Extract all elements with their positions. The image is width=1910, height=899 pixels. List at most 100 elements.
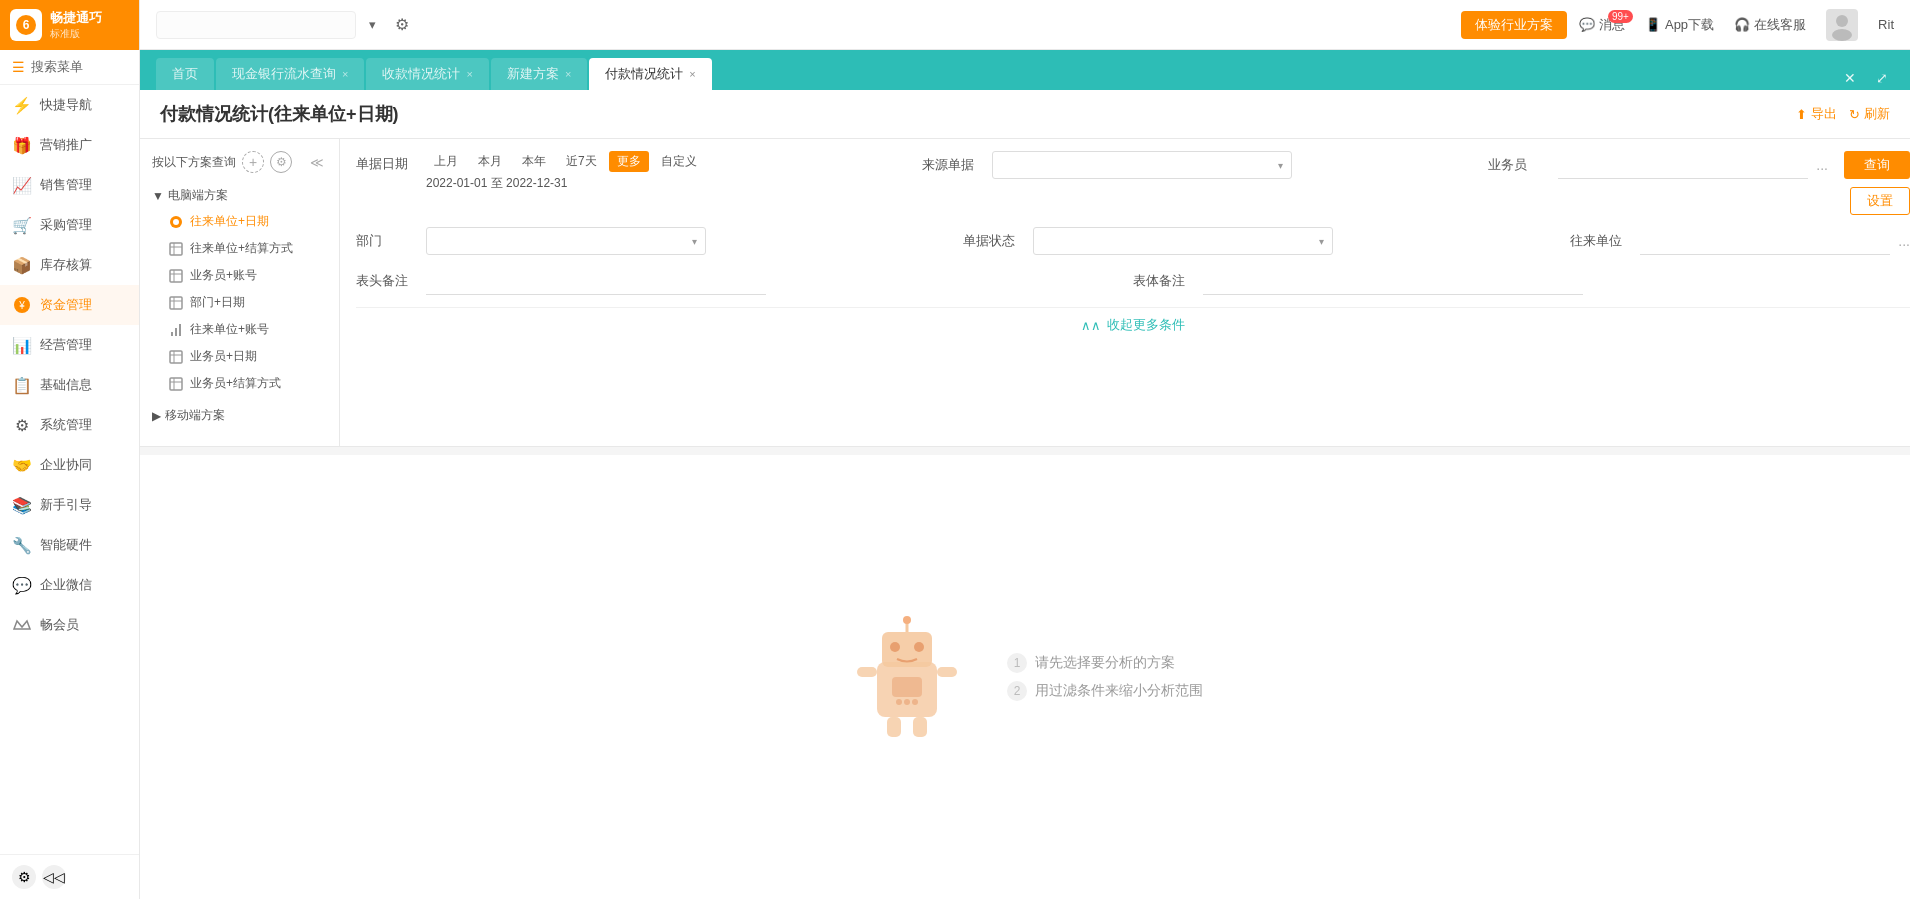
filter-row-2: 部门 ▾ 单据状态 ▾ 往来单位	[356, 227, 1910, 255]
sidebar-item-jichu[interactable]: 📋 基础信息	[0, 365, 139, 405]
sidebar-item-yingxiao[interactable]: 🎁 营销推广	[0, 125, 139, 165]
topbar-msg[interactable]: 💬 消息 99+	[1579, 16, 1625, 34]
sidebar-item-xinshou[interactable]: 📚 新手引导	[0, 485, 139, 525]
tab-newplan[interactable]: 新建方案 ×	[491, 58, 587, 90]
scheme-group-header-mobile[interactable]: ▶ 移动端方案	[152, 403, 327, 428]
topbar-service[interactable]: 🎧 在线客服	[1734, 16, 1806, 34]
scheme-group-header-desktop[interactable]: ▼ 电脑端方案	[152, 183, 327, 208]
tab-payment-close[interactable]: ×	[689, 68, 695, 80]
empty-state: 1 请先选择要分析的方案 2 用过滤条件来缩小分析范围	[140, 455, 1910, 899]
page-content: 付款情况统计(往来单位+日期) ⬆ 导出 ↻ 刷新 按以下方案查询 + ⚙	[140, 90, 1910, 899]
handshake-icon: 🤝	[12, 455, 32, 475]
sidebar-logo: 6 畅捷通巧 标准版	[0, 0, 139, 50]
sidebar-label-xinshou: 新手引导	[40, 496, 92, 514]
svg-rect-35	[913, 717, 927, 737]
tab-newplan-close[interactable]: ×	[565, 68, 571, 80]
sidebar-item-jingying[interactable]: 📊 经营管理	[0, 325, 139, 365]
refresh-btn[interactable]: ↻ 刷新	[1849, 105, 1890, 123]
date-option-more[interactable]: 更多	[609, 151, 649, 172]
topbar-search-area: ▾ ⚙	[156, 11, 1449, 39]
export-label: 导出	[1811, 105, 1837, 123]
expand-tab-icon[interactable]: ⤢	[1870, 66, 1894, 90]
scheme-add-btn[interactable]: +	[242, 151, 264, 173]
sidebar-item-xiaoshou[interactable]: 📈 销售管理	[0, 165, 139, 205]
scheme-item-3[interactable]: 业务员+账号	[152, 262, 327, 289]
scheme-group-label-mobile: 移动端方案	[165, 407, 225, 424]
tab-home-label: 首页	[172, 65, 198, 83]
date-option-this-year[interactable]: 本年	[514, 151, 554, 172]
svg-point-28	[890, 642, 900, 652]
tab-payment[interactable]: 付款情况统计 ×	[589, 58, 711, 90]
tab-cashflow[interactable]: 现金银行流水查询 ×	[216, 58, 364, 90]
tab-cashflow-close[interactable]: ×	[342, 68, 348, 80]
tab-bar: 首页 现金银行流水查询 × 收款情况统计 × 新建方案 × 付款情况统计 × ✕…	[140, 50, 1910, 90]
query-btn[interactable]: 查询	[1844, 151, 1910, 179]
partner-input-area[interactable]	[1640, 227, 1890, 255]
close-tab-icon[interactable]: ✕	[1838, 66, 1862, 90]
collapse-sidebar-icon[interactable]: ◁◁	[42, 865, 66, 889]
filter-source-cell: 来源单据 ▾	[922, 151, 1488, 179]
trial-btn[interactable]: 体验行业方案	[1461, 11, 1567, 39]
date-option-last-month[interactable]: 上月	[426, 151, 466, 172]
tab-newplan-label: 新建方案	[507, 65, 559, 83]
sidebar-item-weixin[interactable]: 💬 企业微信	[0, 565, 139, 605]
dept-select[interactable]: ▾	[426, 227, 706, 255]
settings-small-btn[interactable]: 设置	[1850, 187, 1910, 215]
status-select[interactable]: ▾	[1033, 227, 1333, 255]
sidebar-item-chang[interactable]: 畅会员	[0, 605, 139, 645]
sidebar-item-kucun[interactable]: 📦 库存核算	[0, 245, 139, 285]
header-note-input[interactable]	[426, 267, 766, 295]
svg-point-39	[912, 699, 918, 705]
sidebar-item-zijin[interactable]: ¥ 资金管理	[0, 285, 139, 325]
sidebar-item-caigou[interactable]: 🛒 采购管理	[0, 205, 139, 245]
scheme-item-4[interactable]: 部门+日期	[152, 289, 327, 316]
header-note-label: 表头备注	[356, 272, 426, 290]
svg-point-29	[914, 642, 924, 652]
date-option-this-month[interactable]: 本月	[470, 151, 510, 172]
tab-home[interactable]: 首页	[156, 58, 214, 90]
scheme-collapse-icon[interactable]: ≪	[307, 152, 327, 172]
bar-chart-icon: 📊	[12, 335, 32, 355]
scheme-settings-btn[interactable]: ⚙	[270, 151, 292, 173]
tab-receivable-close[interactable]: ×	[466, 68, 472, 80]
body-note-input[interactable]	[1203, 267, 1583, 295]
topbar-settings-icon[interactable]: ⚙	[388, 11, 416, 39]
topbar-search-input[interactable]	[156, 11, 356, 39]
scheme-item-icon-4	[168, 295, 184, 311]
tab-receivable[interactable]: 收款情况统计 ×	[366, 58, 488, 90]
topbar-dropdown-btn[interactable]: ▾	[360, 13, 384, 37]
sidebar-item-kuaijie[interactable]: ⚡ 快捷导航	[0, 85, 139, 125]
scheme-item-1[interactable]: 往来单位+日期	[152, 208, 327, 235]
source-select[interactable]: ▾	[992, 151, 1292, 179]
topbar-app[interactable]: 📱 App下载	[1645, 16, 1714, 34]
topbar-avatar[interactable]	[1826, 9, 1858, 41]
scheme-item-6[interactable]: 业务员+日期	[152, 343, 327, 370]
salesperson-input-area[interactable]	[1558, 151, 1808, 179]
salesperson-more-dots[interactable]: ...	[1816, 157, 1828, 173]
scheme-item-7[interactable]: 业务员+结算方式	[152, 370, 327, 397]
sidebar-label-xiaoshou: 销售管理	[40, 176, 92, 194]
svg-text:6: 6	[23, 18, 30, 32]
sidebar-item-qiye[interactable]: 🤝 企业协同	[0, 445, 139, 485]
scheme-sidebar: 按以下方案查询 + ⚙ ≪ ▼ 电脑端方案 往来单位+日期	[140, 139, 340, 446]
topbar-username[interactable]: Rit	[1878, 17, 1894, 32]
settings-footer-icon[interactable]: ⚙	[12, 865, 36, 889]
scheme-item-icon-1	[168, 214, 184, 230]
topbar-service-label: 在线客服	[1754, 16, 1806, 34]
sidebar-label-jingying: 经营管理	[40, 336, 92, 354]
scheme-item-2[interactable]: 往来单位+结算方式	[152, 235, 327, 262]
export-btn[interactable]: ⬆ 导出	[1796, 105, 1837, 123]
empty-robot-illustration	[847, 617, 967, 737]
scheme-group-arrow-mobile: ▶	[152, 409, 161, 423]
sidebar-item-xitong[interactable]: ⚙ 系统管理	[0, 405, 139, 445]
sidebar-item-zhineng[interactable]: 🔧 智能硬件	[0, 525, 139, 565]
partner-more-dots[interactable]: ...	[1898, 233, 1910, 249]
collapse-conditions-btn[interactable]: ∧∧ 收起更多条件	[356, 307, 1910, 342]
date-option-custom[interactable]: 自定义	[653, 151, 705, 172]
search-menu-item[interactable]: ☰ 搜索菜单	[0, 50, 139, 85]
scheme-item-5[interactable]: 往来单位+账号	[152, 316, 327, 343]
sidebar-label-caigou: 采购管理	[40, 216, 92, 234]
svg-rect-8	[170, 243, 182, 255]
gift-icon: 🎁	[12, 135, 32, 155]
date-option-7days[interactable]: 近7天	[558, 151, 605, 172]
